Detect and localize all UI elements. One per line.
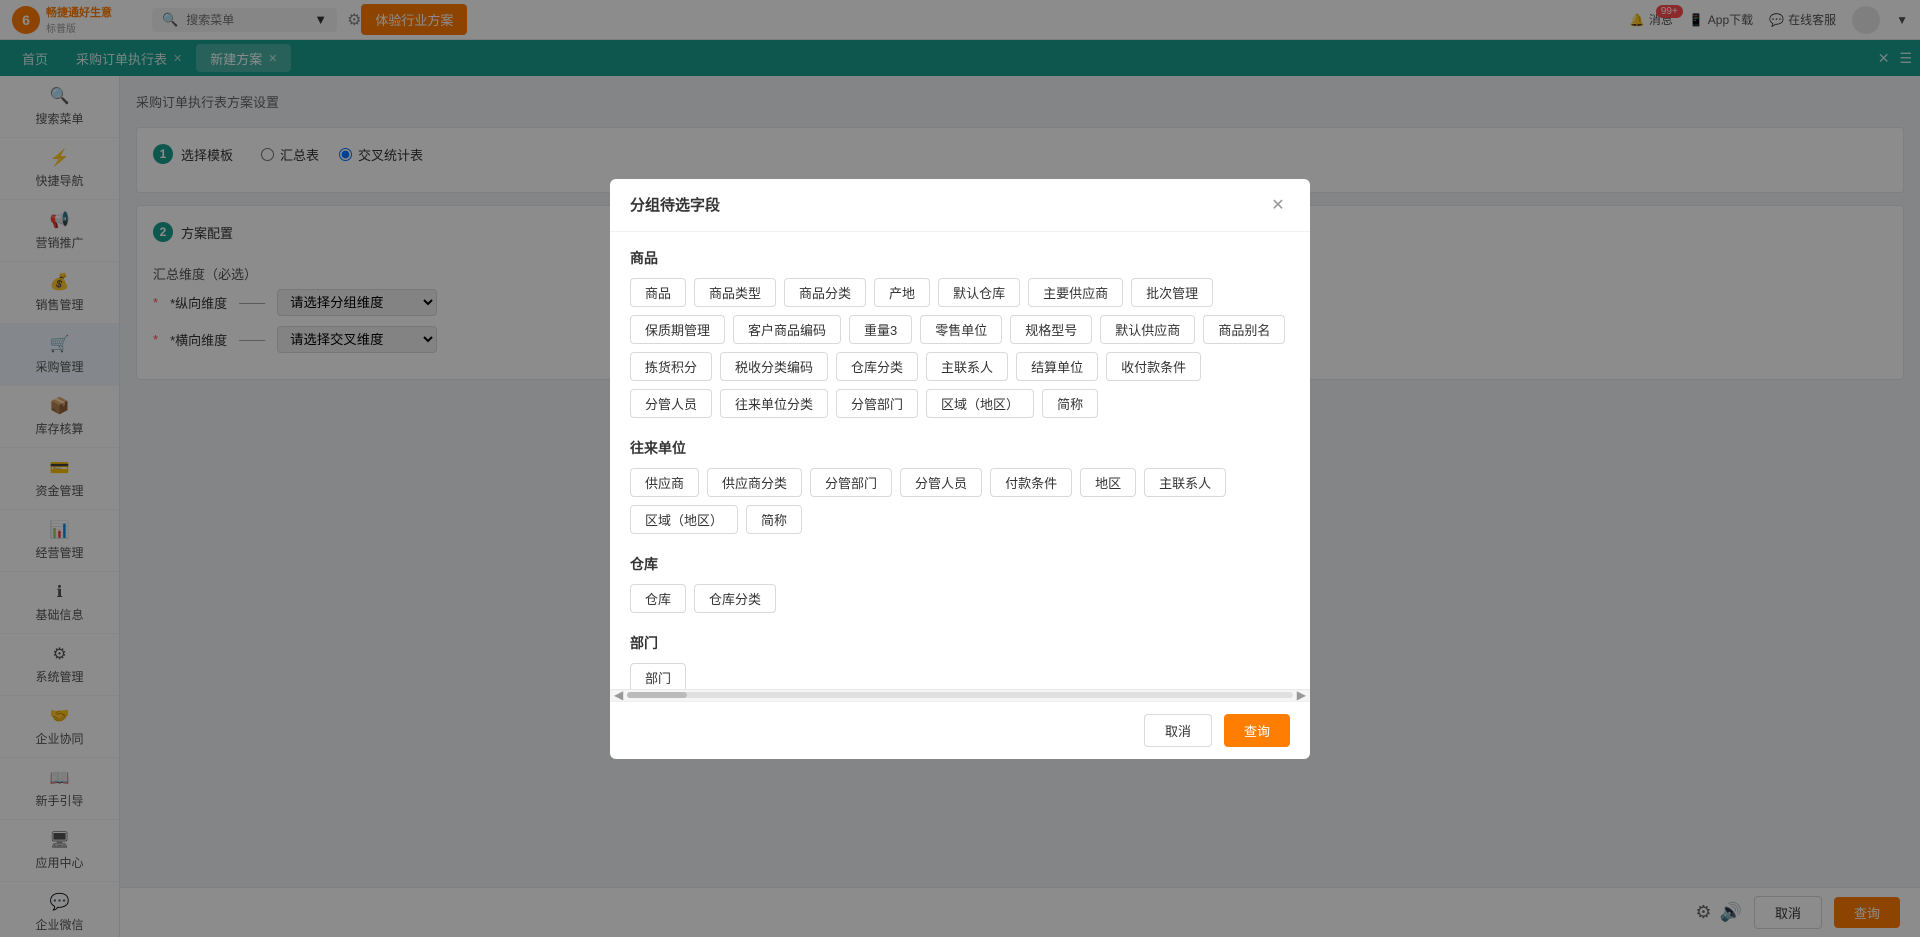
tag-payment-condition[interactable]: 付款条件 — [990, 468, 1072, 497]
tag-spec-model[interactable]: 规格型号 — [1010, 315, 1092, 344]
tag-product-type[interactable]: 商品类型 — [694, 278, 776, 307]
tag-shelf-life[interactable]: 保质期管理 — [630, 315, 725, 344]
tag-product-category[interactable]: 商品分类 — [784, 278, 866, 307]
tag-supervisor2[interactable]: 分管人员 — [900, 468, 982, 497]
tag-weight[interactable]: 重量3 — [849, 315, 912, 344]
tag-default-supplier[interactable]: 默认供应商 — [1100, 315, 1195, 344]
tag-short-name-product[interactable]: 简称 — [1042, 389, 1098, 418]
tag-product-alias[interactable]: 商品别名 — [1203, 315, 1285, 344]
tag-mgmt-dept2[interactable]: 分管部门 — [810, 468, 892, 497]
tag-payment-terms[interactable]: 收付款条件 — [1106, 352, 1201, 381]
tag-short-name-partner[interactable]: 简称 — [746, 505, 802, 534]
section-dept: 部门 部门 — [630, 633, 1290, 689]
warehouse-tags: 仓库 仓库分类 — [630, 584, 1290, 613]
tag-region-partner[interactable]: 区域（地区） — [630, 505, 738, 534]
modal-overlay: 分组待选字段 ✕ 商品 商品 商品类型 商品分类 产地 默认仓库 主要供应商 批… — [0, 0, 1920, 937]
tag-supplier[interactable]: 供应商 — [630, 468, 699, 497]
section-product: 商品 商品 商品类型 商品分类 产地 默认仓库 主要供应商 批次管理 保质期管理… — [630, 248, 1290, 418]
tag-tax-code[interactable]: 税收分类编码 — [720, 352, 828, 381]
tag-main-contact[interactable]: 主联系人 — [926, 352, 1008, 381]
tag-dept[interactable]: 部门 — [630, 663, 686, 689]
tag-batch-mgmt[interactable]: 批次管理 — [1131, 278, 1213, 307]
section-partner-title: 往来单位 — [630, 438, 1290, 458]
modal-title: 分组待选字段 — [630, 194, 720, 215]
modal-cancel-button[interactable]: 取消 — [1144, 714, 1212, 747]
dept-tags: 部门 — [630, 663, 1290, 689]
modal-dialog: 分组待选字段 ✕ 商品 商品 商品类型 商品分类 产地 默认仓库 主要供应商 批… — [610, 179, 1310, 759]
tag-origin[interactable]: 产地 — [874, 278, 930, 307]
tag-supplier-category[interactable]: 供应商分类 — [707, 468, 802, 497]
tag-product[interactable]: 商品 — [630, 278, 686, 307]
partner-tags: 供应商 供应商分类 分管部门 分管人员 付款条件 地区 主联系人 区域（地区） … — [630, 468, 1290, 534]
section-warehouse: 仓库 仓库 仓库分类 — [630, 554, 1290, 613]
section-warehouse-title: 仓库 — [630, 554, 1290, 574]
tag-warehouse[interactable]: 仓库 — [630, 584, 686, 613]
tag-region-product[interactable]: 区域（地区） — [926, 389, 1034, 418]
tag-main-supplier[interactable]: 主要供应商 — [1028, 278, 1123, 307]
tag-warehouse-cat[interactable]: 仓库分类 — [694, 584, 776, 613]
tag-warehouse-category[interactable]: 仓库分类 — [836, 352, 918, 381]
modal-header: 分组待选字段 ✕ — [610, 179, 1310, 232]
modal-footer: 取消 查询 — [610, 701, 1310, 759]
tag-main-contact2[interactable]: 主联系人 — [1144, 468, 1226, 497]
modal-confirm-button[interactable]: 查询 — [1224, 714, 1290, 747]
modal-body: 商品 商品 商品类型 商品分类 产地 默认仓库 主要供应商 批次管理 保质期管理… — [610, 232, 1310, 689]
tag-mgmt-dept[interactable]: 分管部门 — [836, 389, 918, 418]
tag-retail-unit[interactable]: 零售单位 — [920, 315, 1002, 344]
product-tags: 商品 商品类型 商品分类 产地 默认仓库 主要供应商 批次管理 保质期管理 客户… — [630, 278, 1290, 418]
tag-pick-points[interactable]: 拣货积分 — [630, 352, 712, 381]
tag-customer-code[interactable]: 客户商品编码 — [733, 315, 841, 344]
tag-settlement-unit[interactable]: 结算单位 — [1016, 352, 1098, 381]
modal-hscrollbar[interactable]: ◀ ▶ — [610, 689, 1310, 701]
section-partner: 往来单位 供应商 供应商分类 分管部门 分管人员 付款条件 地区 主联系人 区域… — [630, 438, 1290, 534]
modal-close-button[interactable]: ✕ — [1266, 193, 1290, 217]
section-dept-title: 部门 — [630, 633, 1290, 653]
hscroll-track — [627, 692, 1293, 698]
hscroll-thumb[interactable] — [627, 692, 687, 698]
section-product-title: 商品 — [630, 248, 1290, 268]
tag-area[interactable]: 地区 — [1080, 468, 1136, 497]
tag-supervisor[interactable]: 分管人员 — [630, 389, 712, 418]
tag-default-warehouse[interactable]: 默认仓库 — [938, 278, 1020, 307]
tag-partner-category[interactable]: 往来单位分类 — [720, 389, 828, 418]
